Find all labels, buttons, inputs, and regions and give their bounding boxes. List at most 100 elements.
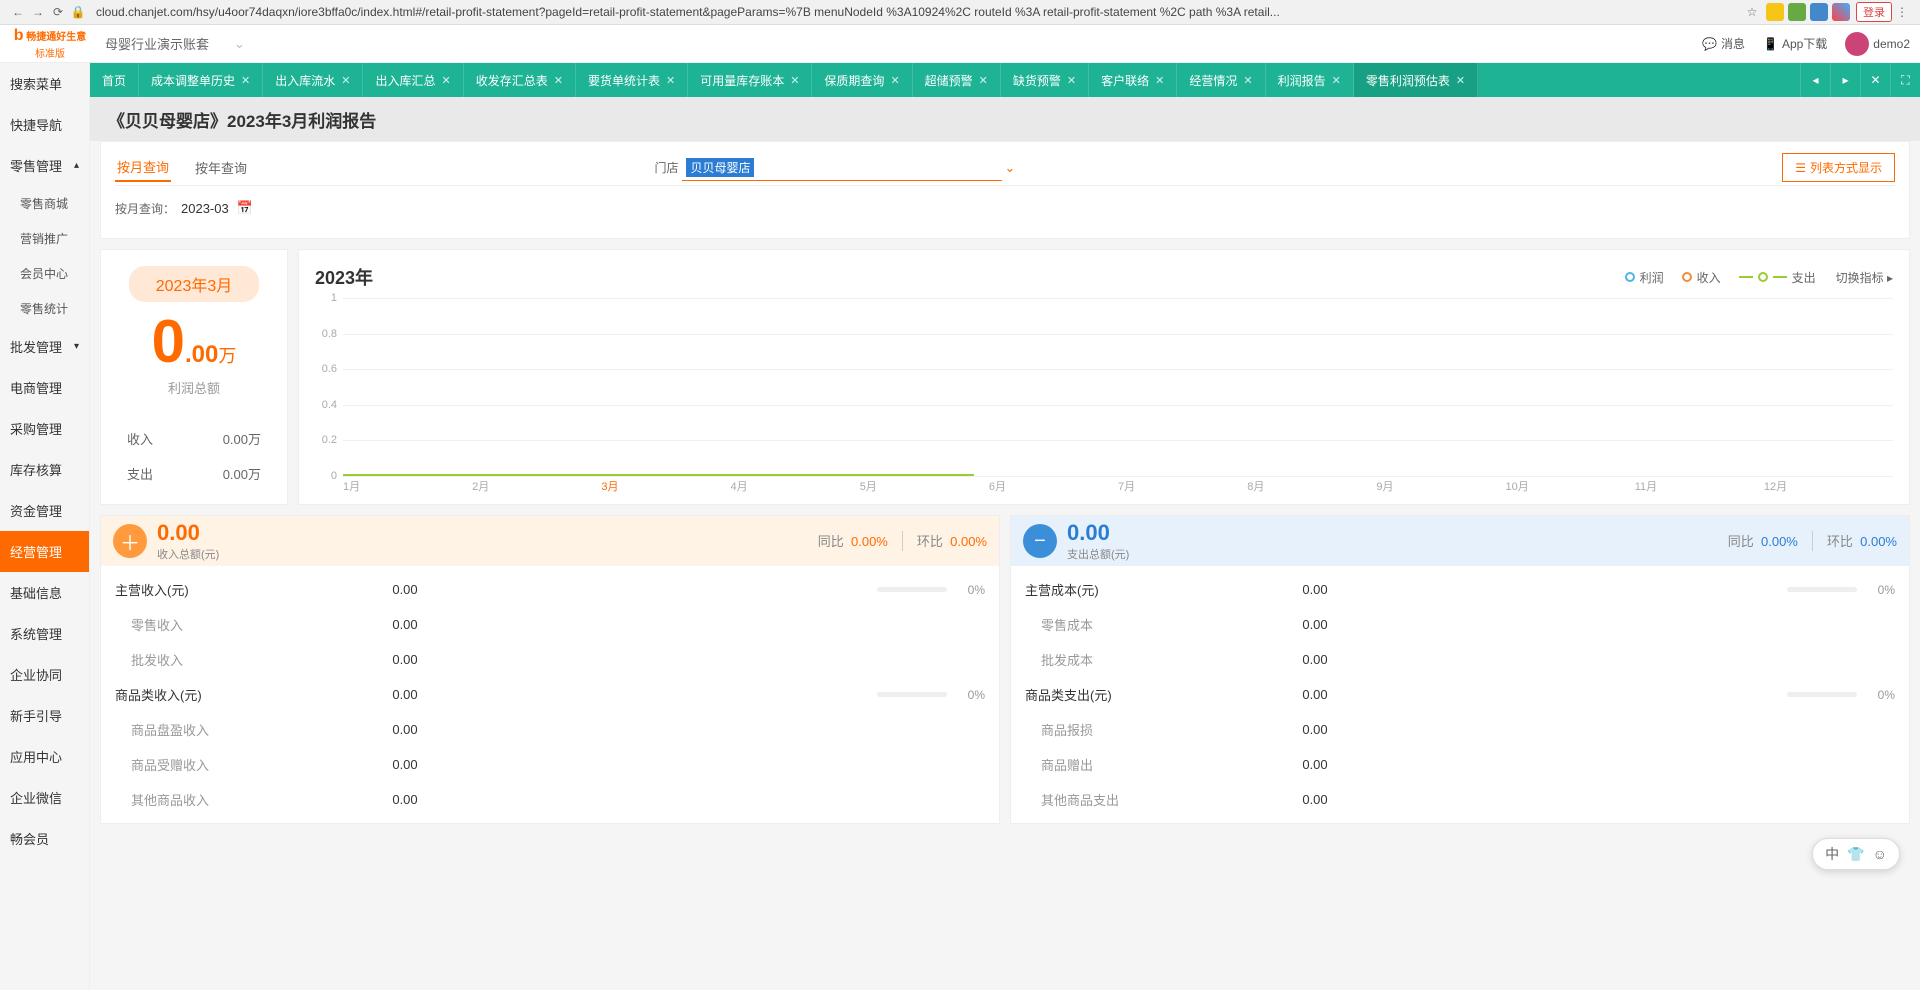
close-icon[interactable]: ✕: [890, 74, 899, 87]
expense-line: 支出0.00万: [101, 456, 287, 491]
sidebar-item[interactable]: 应用中心: [0, 736, 89, 777]
close-icon[interactable]: ✕: [1332, 74, 1341, 87]
x-tick: 12月: [1764, 478, 1893, 498]
legend-item[interactable]: 利润: [1625, 269, 1664, 286]
close-icon[interactable]: ✕: [341, 74, 350, 87]
tabs-expand-icon[interactable]: ⛶: [1890, 63, 1920, 97]
tab[interactable]: 利润报告✕: [1266, 63, 1354, 97]
expense-value: 0.00: [1067, 520, 1129, 546]
ext-icon-3[interactable]: [1810, 3, 1828, 21]
sidebar-item[interactable]: 零售管理▴: [0, 145, 89, 186]
tab[interactable]: 出入库流水✕: [263, 63, 363, 97]
menu-icon[interactable]: ⋮: [1892, 5, 1912, 19]
x-tick: 4月: [731, 478, 860, 498]
sidebar-item[interactable]: 资金管理: [0, 490, 89, 531]
ext-icon-4[interactable]: [1832, 3, 1850, 21]
message-icon: 💬: [1702, 37, 1717, 51]
store-value: 贝贝母婴店: [686, 158, 754, 177]
tab[interactable]: 经营情况✕: [1177, 63, 1265, 97]
sidebar-item[interactable]: 采购管理: [0, 408, 89, 449]
sidebar-item[interactable]: 零售商城: [0, 186, 89, 221]
star-icon[interactable]: ☆: [1742, 5, 1762, 19]
x-tick: 9月: [1376, 478, 1505, 498]
forward-icon[interactable]: →: [28, 5, 48, 19]
ime-toolbar[interactable]: 中👕☺: [1812, 838, 1900, 870]
sidebar-item[interactable]: 经营管理: [0, 531, 89, 572]
close-icon[interactable]: ✕: [442, 74, 451, 87]
sidebar-item[interactable]: 企业微信: [0, 777, 89, 818]
ext-icon-2[interactable]: [1788, 3, 1806, 21]
sidebar-item[interactable]: 搜索菜单: [0, 63, 89, 104]
calendar-icon[interactable]: 📅: [237, 200, 253, 216]
profit-label: 利润总额: [101, 378, 287, 397]
tabs-close-icon[interactable]: ✕: [1860, 63, 1890, 97]
sidebar-item[interactable]: 畅会员: [0, 818, 89, 859]
list-view-button[interactable]: ☰列表方式显示: [1782, 153, 1895, 182]
close-icon[interactable]: ✕: [1155, 74, 1164, 87]
x-tick: 7月: [1118, 478, 1247, 498]
tab[interactable]: 首页: [90, 63, 139, 97]
chart-card: 2023年 利润收入支出 切换指标 ▸ 00.20.40.60.81 1月2月3…: [298, 249, 1910, 505]
tab[interactable]: 保质期查询✕: [812, 63, 912, 97]
close-icon[interactable]: ✕: [241, 74, 250, 87]
account-select[interactable]: 母婴行业演示账套 ⌄: [105, 34, 245, 53]
tabs-next-icon[interactable]: ▸: [1830, 63, 1860, 97]
income-line: 收入0.00万: [101, 421, 287, 456]
x-tick: 1月: [343, 478, 472, 498]
sidebar-item[interactable]: 会员中心: [0, 256, 89, 291]
table-row: 零售收入0.00: [115, 607, 985, 642]
x-tick: 3月: [601, 478, 730, 498]
close-icon[interactable]: ✕: [1067, 74, 1076, 87]
tab[interactable]: 超储预警✕: [913, 63, 1001, 97]
sidebar-item[interactable]: 零售统计: [0, 291, 89, 326]
phone-icon: 📱: [1763, 37, 1778, 51]
close-icon[interactable]: ✕: [1243, 74, 1252, 87]
back-icon[interactable]: ←: [8, 5, 28, 19]
tab[interactable]: 缺货预警✕: [1001, 63, 1089, 97]
login-button[interactable]: 登录: [1856, 2, 1892, 22]
reload-icon[interactable]: ⟳: [48, 5, 68, 19]
tabs-prev-icon[interactable]: ◂: [1800, 63, 1830, 97]
tab[interactable]: 出入库汇总✕: [363, 63, 463, 97]
chevron-down-icon: ⌄: [1004, 160, 1015, 176]
x-tick: 5月: [860, 478, 989, 498]
close-icon[interactable]: ✕: [1456, 74, 1465, 87]
sidebar-item[interactable]: 新手引导: [0, 695, 89, 736]
filter-tab-year[interactable]: 按年查询: [193, 154, 249, 181]
switch-indicator-button[interactable]: 切换指标 ▸: [1836, 269, 1893, 286]
tab[interactable]: 要货单统计表✕: [576, 63, 688, 97]
legend-item[interactable]: 收入: [1682, 269, 1721, 286]
smile-icon: ☺: [1873, 846, 1887, 862]
sidebar-item[interactable]: 基础信息: [0, 572, 89, 613]
sidebar-item[interactable]: 快捷导航: [0, 104, 89, 145]
legend-item[interactable]: 支出: [1739, 269, 1816, 286]
app-download-button[interactable]: 📱App下载: [1763, 35, 1827, 52]
close-icon[interactable]: ✕: [666, 74, 675, 87]
income-panel: ＋ 0.00 收入总额(元) 同比 0.00% 环比 0.00% 主营收入(元)…: [100, 515, 1000, 824]
message-button[interactable]: 💬消息: [1702, 35, 1745, 52]
x-tick: 6月: [989, 478, 1118, 498]
filter-tab-month[interactable]: 按月查询: [115, 153, 171, 182]
sidebar-item[interactable]: 系统管理: [0, 613, 89, 654]
tab[interactable]: 可用量库存账本✕: [688, 63, 812, 97]
tab[interactable]: 收发存汇总表✕: [464, 63, 576, 97]
url-text[interactable]: cloud.chanjet.com/hsy/u4oor74daqxn/iore3…: [88, 5, 1742, 19]
store-select[interactable]: 门店 贝贝母婴店 ⌄: [654, 158, 1015, 177]
tab[interactable]: 零售利润预估表✕: [1354, 63, 1478, 97]
close-icon[interactable]: ✕: [979, 74, 988, 87]
sidebar-item[interactable]: 电商管理: [0, 367, 89, 408]
sidebar-item[interactable]: 营销推广: [0, 221, 89, 256]
page-title: 《贝贝母婴店》2023年3月利润报告: [108, 107, 376, 132]
sidebar-item[interactable]: 库存核算: [0, 449, 89, 490]
user-button[interactable]: demo2: [1845, 32, 1910, 56]
close-icon[interactable]: ✕: [790, 74, 799, 87]
table-row: 主营成本(元)0.000%: [1025, 572, 1895, 607]
income-value: 0.00: [157, 520, 219, 546]
sidebar-item[interactable]: 批发管理▾: [0, 326, 89, 367]
tab[interactable]: 成本调整单历史✕: [139, 63, 263, 97]
tab[interactable]: 客户联络✕: [1089, 63, 1177, 97]
close-icon[interactable]: ✕: [554, 74, 563, 87]
ext-icon-1[interactable]: [1766, 3, 1784, 21]
chart-legend: 利润 收入 支出: [1625, 269, 1816, 286]
sidebar-item[interactable]: 企业协同: [0, 654, 89, 695]
